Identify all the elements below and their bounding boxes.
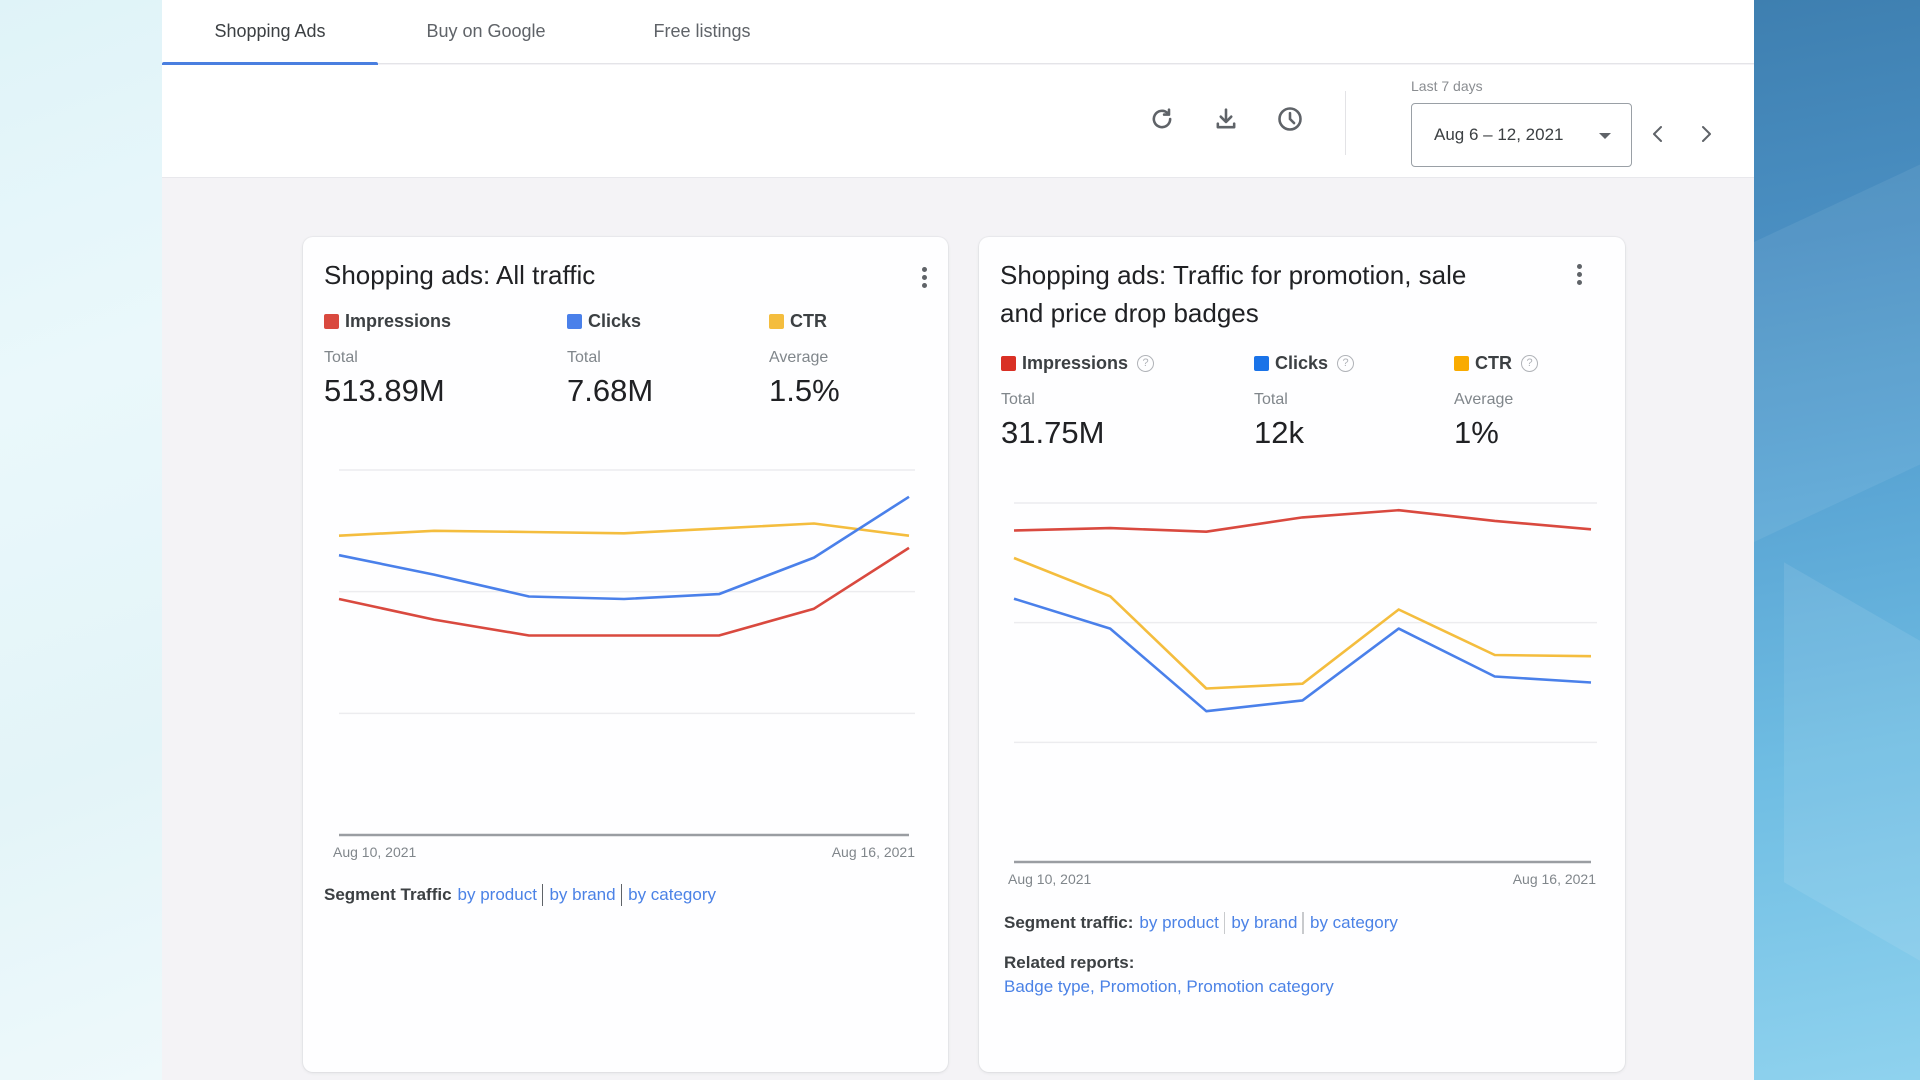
link-separator	[541, 884, 544, 906]
tab-buy-on-google[interactable]: Buy on Google	[378, 0, 594, 64]
download-icon	[1216, 108, 1236, 129]
comma: ,	[1176, 977, 1187, 996]
segment-by-brand-link[interactable]: by brand	[549, 885, 615, 905]
date-range-value: Aug 6 – 12, 2021	[1434, 125, 1564, 144]
promotion-badges-card: Shopping ads: Traffic for promotion, sal…	[979, 237, 1625, 1072]
refresh-button[interactable]	[1142, 99, 1182, 139]
segment-by-brand-link[interactable]: by brand	[1231, 913, 1297, 933]
background-facet	[1754, 139, 1920, 561]
next-period-button[interactable]	[1689, 117, 1723, 151]
clock-icon	[1278, 107, 1302, 131]
chart-svg	[1013, 502, 1597, 864]
desktop-background-right	[1754, 0, 1920, 1080]
tab-shopping-ads[interactable]: Shopping Ads	[162, 0, 378, 65]
chevron-right-icon	[1702, 126, 1711, 142]
segment-traffic-label: Segment traffic:	[1004, 913, 1134, 932]
x-tick-label-start: Aug 10, 2021	[333, 844, 417, 860]
promotion-badges-line-chart: Aug 10, 2021 Aug 16, 2021	[979, 237, 1625, 917]
history-button[interactable]	[1270, 99, 1310, 139]
x-tick-label-end: Aug 16, 2021	[831, 844, 915, 860]
segment-by-category-link[interactable]: by category	[1310, 913, 1398, 933]
refresh-icon	[1152, 108, 1172, 129]
date-range-select[interactable]: Aug 6 – 12, 2021	[1411, 103, 1632, 167]
x-tick-label-end: Aug 16, 2021	[1512, 871, 1596, 887]
segment-by-product-link[interactable]: by product	[1139, 913, 1218, 933]
background-facet	[1784, 562, 1920, 998]
related-reports-links: Badge type, Promotion, Promotion categor…	[1004, 977, 1334, 997]
merchant-center-performance-page: Shopping Ads Buy on Google Free listings	[162, 0, 1754, 1080]
segment-traffic-label: Segment Traffic	[324, 885, 452, 904]
related-reports-label: Related reports:	[1004, 953, 1135, 972]
segment-traffic-row: Segment Traffic by product by brand by c…	[324, 884, 716, 906]
all-traffic-card: Shopping ads: All traffic Impressions To…	[303, 237, 948, 1072]
chevron-left-icon	[1653, 126, 1662, 142]
previous-period-button[interactable]	[1641, 117, 1675, 151]
link-separator	[1302, 912, 1304, 934]
link-separator	[1223, 912, 1226, 934]
segment-by-category-link[interactable]: by category	[628, 885, 716, 905]
tab-bar: Shopping Ads Buy on Google Free listings	[162, 0, 1754, 65]
x-tick-label-start: Aug 10, 2021	[1008, 871, 1092, 887]
tab-free-listings[interactable]: Free listings	[594, 0, 810, 64]
toolbar: Last 7 days Aug 6 – 12, 2021	[162, 65, 1754, 178]
series-line-clicks[interactable]	[338, 495, 910, 601]
series-line-impressions[interactable]	[1013, 508, 1592, 534]
download-button[interactable]	[1206, 99, 1246, 139]
series-line-ctr[interactable]	[338, 522, 910, 537]
desktop-background-left	[0, 0, 162, 1080]
toolbar-divider	[1345, 91, 1346, 155]
related-report-promotion-link[interactable]: Promotion	[1099, 977, 1176, 996]
segment-traffic-row: Segment traffic: by product by brand by …	[1004, 912, 1398, 934]
link-separator	[620, 884, 623, 906]
related-report-badge-type-link[interactable]: Badge type	[1004, 977, 1090, 996]
all-traffic-line-chart: Aug 10, 2021 Aug 16, 2021	[303, 237, 948, 897]
chart-svg	[338, 469, 915, 837]
date-range-caption: Last 7 days	[1411, 78, 1483, 94]
dropdown-caret-icon	[1599, 133, 1611, 139]
segment-by-product-link[interactable]: by product	[458, 885, 537, 905]
related-report-promotion-category-link[interactable]: Promotion category	[1186, 977, 1333, 996]
